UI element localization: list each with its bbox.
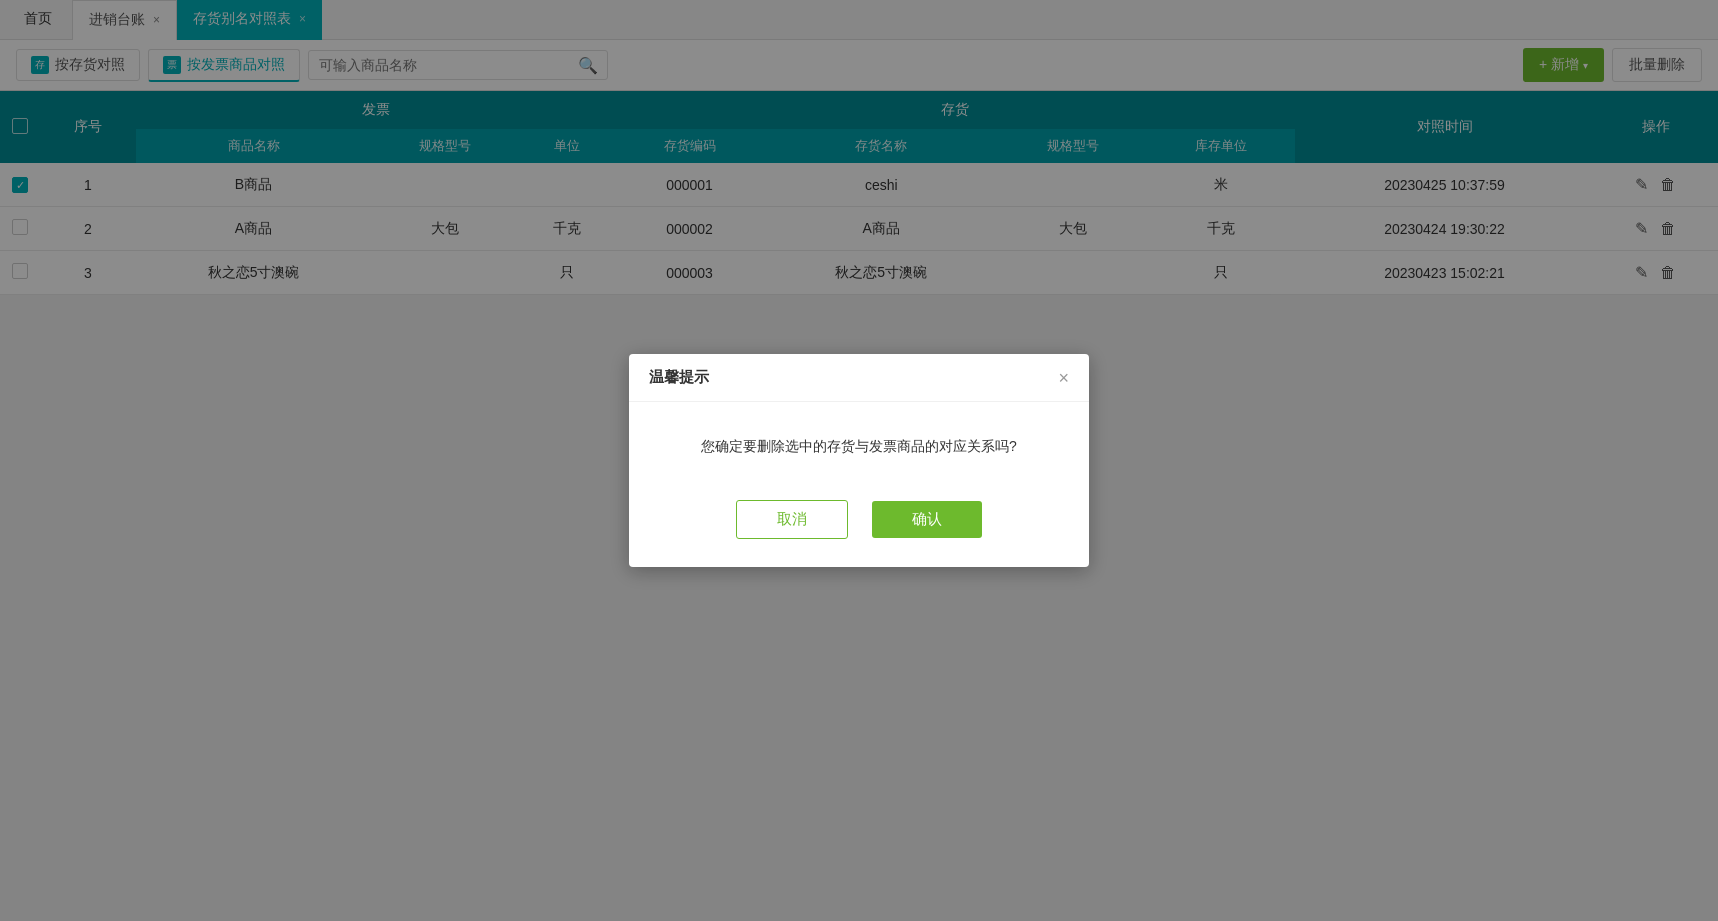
dialog-overlay: 温馨提示 × 您确定要删除选中的存货与发票商品的对应关系吗? 取消 确认 (0, 0, 1718, 295)
